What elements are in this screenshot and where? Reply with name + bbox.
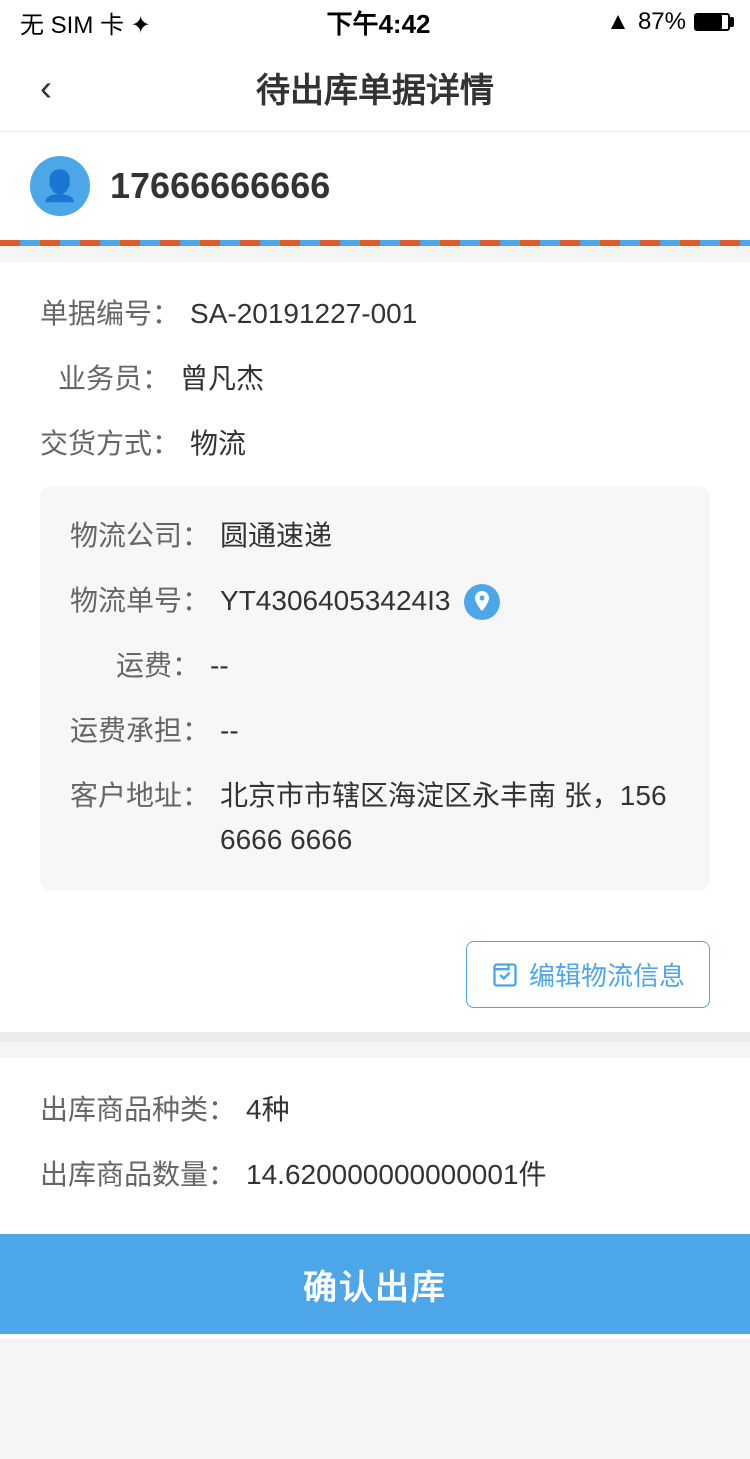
dashed-divider bbox=[0, 240, 750, 246]
page-title: 待出库单据详情 bbox=[256, 63, 494, 112]
freight-label: 运费： bbox=[70, 644, 210, 689]
company-label: 物流公司： bbox=[70, 514, 220, 559]
goods-quantity-value: 14.620000000000001件 bbox=[246, 1153, 710, 1198]
address-row: 客户地址： 北京市市辖区海淀区永丰南 张，156 6666 6666 bbox=[70, 774, 680, 864]
address-label: 客户地址： bbox=[70, 774, 220, 819]
goods-types-row: 出库商品种类： 4种 bbox=[40, 1088, 710, 1133]
nav-bar: ‹ 待出库单据详情 bbox=[0, 44, 750, 132]
freight-bear-row: 运费承担： -- bbox=[70, 709, 680, 754]
location-icon[interactable] bbox=[464, 584, 500, 620]
battery-percent: 87% bbox=[638, 8, 686, 36]
salesman-value: 曾凡杰 bbox=[180, 357, 710, 402]
status-left: 无 SIM 卡 ✦ bbox=[20, 5, 151, 40]
sim-signal: 无 SIM 卡 ✦ bbox=[20, 5, 151, 40]
avatar-icon: 👤 bbox=[41, 169, 78, 204]
goods-quantity-label: 出库商品数量： bbox=[40, 1153, 246, 1198]
edit-logistics-row: 编辑物流信息 bbox=[0, 921, 750, 1032]
status-bar: 无 SIM 卡 ✦ 下午4:42 ▲ 87% bbox=[0, 0, 750, 44]
goods-types-value: 4种 bbox=[246, 1088, 710, 1133]
back-button[interactable]: ‹ bbox=[30, 57, 62, 119]
delivery-label: 交货方式： bbox=[40, 422, 190, 467]
delivery-row: 交货方式： 物流 bbox=[40, 422, 710, 467]
order-no-label: 单据编号： bbox=[40, 292, 190, 337]
salesman-label: 业务员： bbox=[40, 357, 180, 402]
goods-info-section: 出库商品种类： 4种 出库商品数量： 14.620000000000001件 bbox=[0, 1058, 750, 1228]
freight-bear-value: -- bbox=[220, 709, 680, 754]
tracking-label: 物流单号： bbox=[70, 579, 220, 624]
goods-quantity-row: 出库商品数量： 14.620000000000001件 bbox=[40, 1153, 710, 1198]
status-right: ▲ 87% bbox=[606, 8, 730, 36]
confirm-button-wrap: 确认出库 bbox=[0, 1234, 750, 1334]
company-row: 物流公司： 圆通速递 bbox=[70, 514, 680, 559]
tracking-row: 物流单号： YT43064053424I3 bbox=[70, 579, 680, 624]
section-divider bbox=[0, 1032, 750, 1042]
battery-icon: ▲ bbox=[606, 8, 630, 36]
order-no-row: 单据编号： SA-20191227-001 bbox=[40, 292, 710, 337]
status-time: 下午4:42 bbox=[326, 4, 430, 41]
customer-phone: 17666666666 bbox=[110, 165, 330, 207]
salesman-row: 业务员： 曾凡杰 bbox=[40, 357, 710, 402]
address-value: 北京市市辖区海淀区永丰南 张，156 6666 6666 bbox=[220, 774, 680, 864]
goods-types-label: 出库商品种类： bbox=[40, 1088, 246, 1133]
battery-bar bbox=[694, 13, 730, 31]
bottom-spacer bbox=[0, 1339, 750, 1459]
confirm-button[interactable]: 确认出库 bbox=[303, 1260, 447, 1309]
customer-header: 👤 17666666666 bbox=[0, 132, 750, 240]
edit-logistics-button[interactable]: 编辑物流信息 bbox=[466, 941, 710, 1008]
freight-value: -- bbox=[210, 644, 680, 689]
delivery-value: 物流 bbox=[190, 422, 710, 467]
edit-logistics-label: 编辑物流信息 bbox=[529, 956, 685, 993]
tracking-value: YT43064053424I3 bbox=[220, 579, 680, 624]
basic-info-section: 单据编号： SA-20191227-001 业务员： 曾凡杰 交货方式： 物流 … bbox=[0, 262, 750, 921]
company-value: 圆通速递 bbox=[220, 514, 680, 559]
avatar: 👤 bbox=[30, 156, 90, 216]
order-no-value: SA-20191227-001 bbox=[190, 292, 710, 337]
freight-row: 运费： -- bbox=[70, 644, 680, 689]
logistics-card: 物流公司： 圆通速递 物流单号： YT43064053424I3 运费： -- … bbox=[40, 486, 710, 891]
freight-bear-label: 运费承担： bbox=[70, 709, 220, 754]
